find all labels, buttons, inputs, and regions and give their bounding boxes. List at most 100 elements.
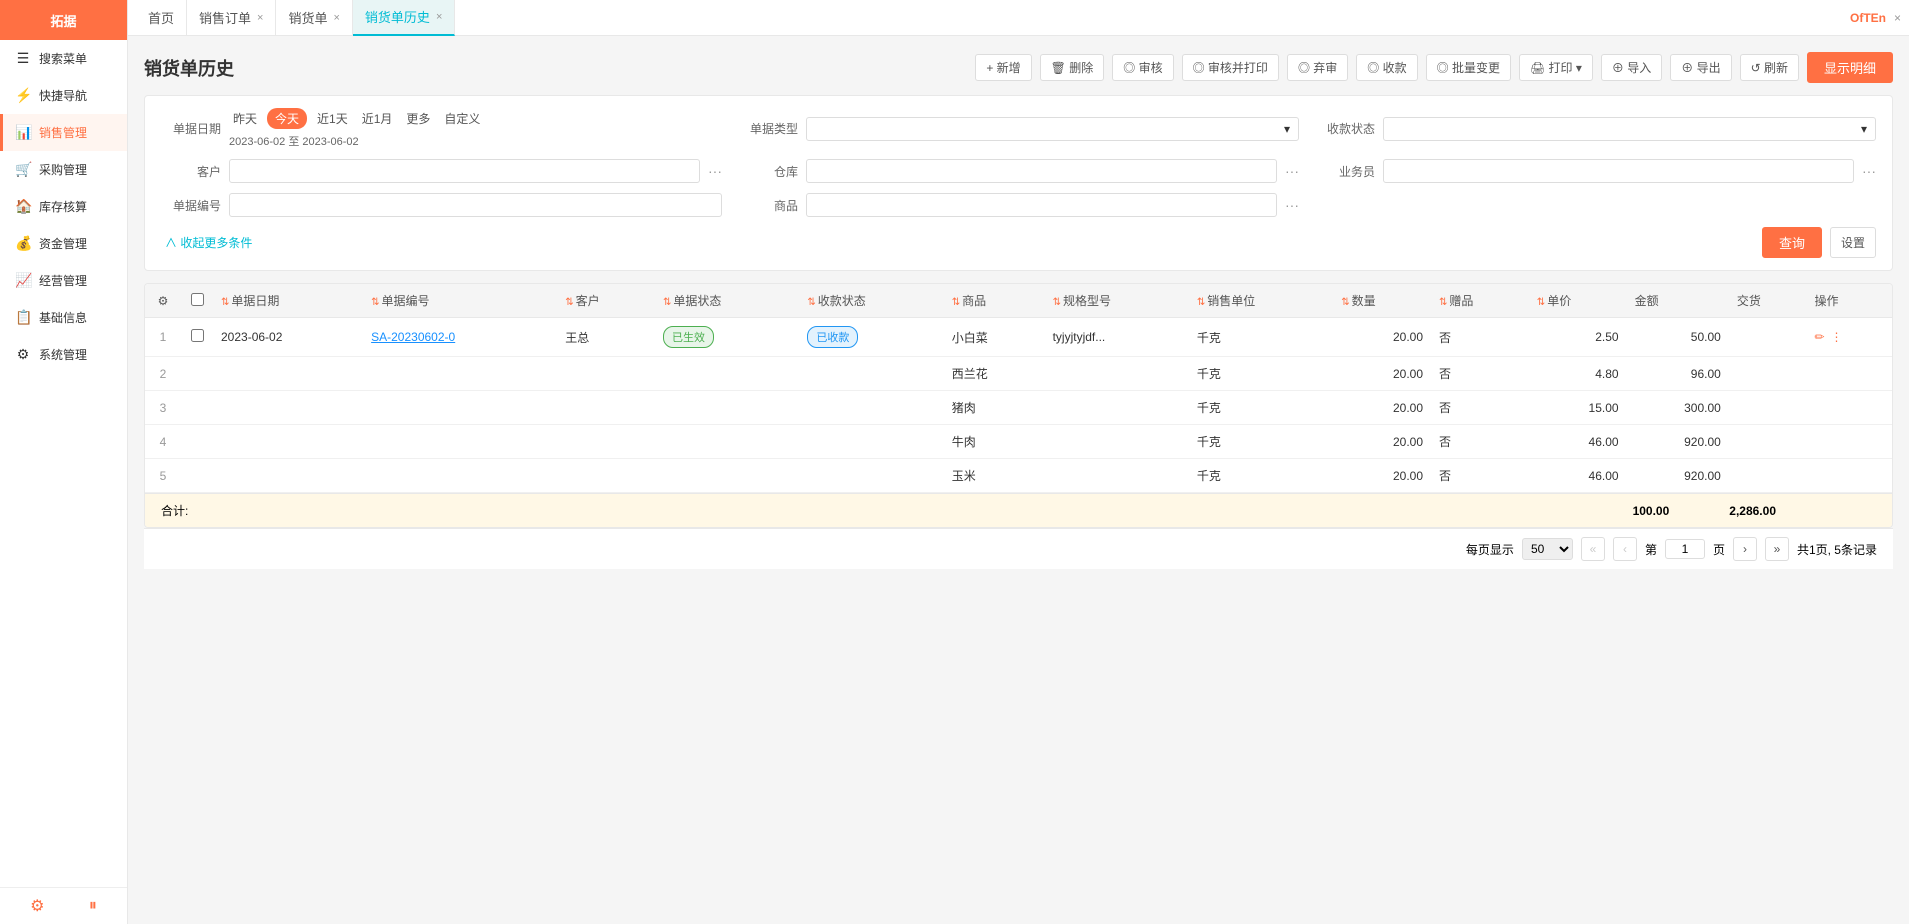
sidebar-item-label: 销售管理	[39, 124, 87, 141]
product-dots[interactable]: ···	[1285, 197, 1299, 213]
sidebar-item-label: 系统管理	[39, 346, 87, 363]
col-doc-status: ⇅单据状态	[655, 284, 799, 318]
page-input[interactable]	[1665, 539, 1705, 559]
settings-bottom-icon[interactable]: ⚙	[30, 896, 44, 916]
warehouse-input[interactable]	[806, 159, 1277, 183]
salesperson-dots[interactable]: ···	[1862, 163, 1876, 179]
receive-button[interactable]: ◎ 收款	[1356, 54, 1417, 81]
row-check[interactable]	[181, 318, 213, 357]
filter-row-2: 客户 ··· 仓库 ··· 业务员 ···	[161, 159, 1876, 183]
row-amount: 920.00	[1627, 425, 1729, 459]
total-info: 共1页, 5条记录	[1797, 541, 1877, 558]
prev-page-btn[interactable]: ‹	[1613, 537, 1637, 561]
refresh-button[interactable]: ↺ 刷新	[1740, 54, 1799, 81]
warehouse-label: 仓库	[738, 163, 798, 180]
shortcut-more[interactable]: 更多	[402, 108, 434, 129]
row-product: 小白菜	[944, 318, 1045, 357]
warehouse-dots[interactable]: ···	[1285, 163, 1299, 179]
page-content: 销货单历史 + 新增 🗑 删除 ◎ 审核 ◎ 审核并打印 ◎ 弃审 ◎ 收款 ◎…	[128, 36, 1909, 924]
row-doc-status	[655, 425, 799, 459]
row-gear: 5	[145, 459, 181, 493]
shortcut-today[interactable]: 今天	[267, 108, 307, 129]
row-pay-status	[799, 357, 943, 391]
col-checkbox[interactable]	[181, 284, 213, 318]
row-checkbox[interactable]	[191, 329, 204, 342]
pay-status-dropdown[interactable]: ▾	[1383, 117, 1876, 141]
row-doc-status	[655, 459, 799, 493]
last-page-btn[interactable]: »	[1765, 537, 1789, 561]
query-button[interactable]: 查询	[1762, 227, 1822, 258]
row-unit: 千克	[1189, 318, 1333, 357]
product-input[interactable]	[806, 193, 1277, 217]
tab-sales-order-close[interactable]: ×	[257, 12, 263, 24]
col-spec: ⇅规格型号	[1045, 284, 1189, 318]
next-page-btn[interactable]: ›	[1733, 537, 1757, 561]
sidebar-item-basic-info[interactable]: 📋 基础信息	[0, 299, 127, 336]
customer-input[interactable]	[229, 159, 700, 183]
col-price: ⇅单价	[1529, 284, 1627, 318]
pause-icon[interactable]: ⏸	[89, 897, 97, 915]
row-check[interactable]	[181, 391, 213, 425]
table-row: 2 西兰花 千克 20.00 否 4.80 96.00	[145, 357, 1892, 391]
sidebar-item-inventory[interactable]: 🏠 库存核算	[0, 188, 127, 225]
sidebar-item-purchase-mgmt[interactable]: 🛒 采购管理	[0, 151, 127, 188]
sidebar-item-search-menu[interactable]: ☰ 搜索菜单	[0, 40, 127, 77]
sidebar-item-sales-mgmt[interactable]: 📊 销售管理	[0, 114, 127, 151]
row-qty: 20.00	[1333, 357, 1431, 391]
more-icon[interactable]: ⋮	[1831, 330, 1843, 344]
row-check[interactable]	[181, 459, 213, 493]
shortcut-custom[interactable]: 自定义	[440, 108, 484, 129]
abandon-button[interactable]: ◎ 弃审	[1287, 54, 1348, 81]
sidebar-item-system-mgmt[interactable]: ⚙ 系统管理	[0, 336, 127, 373]
shortcut-last1month[interactable]: 近1月	[358, 108, 397, 129]
sidebar-item-finance[interactable]: 💰 资金管理	[0, 225, 127, 262]
brand-label: OfTEn	[1850, 11, 1886, 25]
col-date: ⇅单据日期	[213, 284, 363, 318]
table-footer: 合计: 100.00 2,286.00	[145, 493, 1892, 527]
doc-type-dropdown[interactable]: ▾	[806, 117, 1299, 141]
doc-number-link[interactable]: SA-20230602-0	[371, 330, 455, 344]
tab-sales-history[interactable]: 销货单历史 ×	[353, 0, 455, 36]
tab-sales-history-close[interactable]: ×	[436, 11, 442, 23]
sidebar-item-operations[interactable]: 📈 经营管理	[0, 262, 127, 299]
show-detail-button[interactable]: 显示明细	[1807, 52, 1893, 83]
add-button[interactable]: + 新增	[975, 54, 1031, 81]
import-button[interactable]: ⊕ 导入	[1601, 54, 1662, 81]
filter-actions: 查询 设置	[1762, 227, 1876, 258]
row-number[interactable]: SA-20230602-0	[363, 318, 557, 357]
sidebar-item-quick-nav[interactable]: ⚡ 快捷导航	[0, 77, 127, 114]
date-label: 单据日期	[161, 120, 221, 137]
shortcut-yesterday[interactable]: 昨天	[229, 108, 261, 129]
filter-salesperson: 业务员 ···	[1315, 159, 1876, 183]
row-check[interactable]	[181, 425, 213, 459]
row-check[interactable]	[181, 357, 213, 391]
batch-change-button[interactable]: ◎ 批量变更	[1426, 54, 1511, 81]
row-price: 46.00	[1529, 459, 1627, 493]
row-spec	[1045, 357, 1189, 391]
collapse-btn[interactable]: ∧ 收起更多条件	[161, 230, 256, 255]
doc-number-input[interactable]	[229, 193, 722, 217]
shortcut-last7[interactable]: 近1天	[313, 108, 352, 129]
tab-sales-delivery[interactable]: 销货单 ×	[276, 0, 352, 36]
window-close-icon[interactable]: ×	[1894, 11, 1901, 25]
audit-button[interactable]: ◎ 审核	[1112, 54, 1173, 81]
salesperson-input[interactable]	[1383, 159, 1854, 183]
export-button[interactable]: ⊕ 导出	[1670, 54, 1731, 81]
delete-button[interactable]: 🗑 删除	[1040, 54, 1105, 81]
per-page-select[interactable]: 50 20 100	[1522, 538, 1573, 560]
audit-print-button[interactable]: ◎ 审核并打印	[1182, 54, 1279, 81]
customer-dots[interactable]: ···	[708, 163, 722, 179]
row-amount: 920.00	[1627, 459, 1729, 493]
col-unit: ⇅销售单位	[1189, 284, 1333, 318]
edit-icon[interactable]: ✏	[1814, 330, 1824, 344]
row-gift: 否	[1431, 391, 1529, 425]
tab-home[interactable]: 首页	[136, 0, 187, 36]
tab-sales-delivery-close[interactable]: ×	[333, 12, 339, 24]
col-gear[interactable]: ⚙	[145, 284, 181, 318]
first-page-btn[interactable]: «	[1581, 537, 1605, 561]
select-all-checkbox[interactable]	[191, 293, 204, 306]
settings-button[interactable]: 设置	[1830, 227, 1876, 258]
row-price: 2.50	[1529, 318, 1627, 357]
print-button[interactable]: 🖨 打印 ▾	[1519, 54, 1593, 81]
tab-sales-order[interactable]: 销售订单 ×	[187, 0, 276, 36]
